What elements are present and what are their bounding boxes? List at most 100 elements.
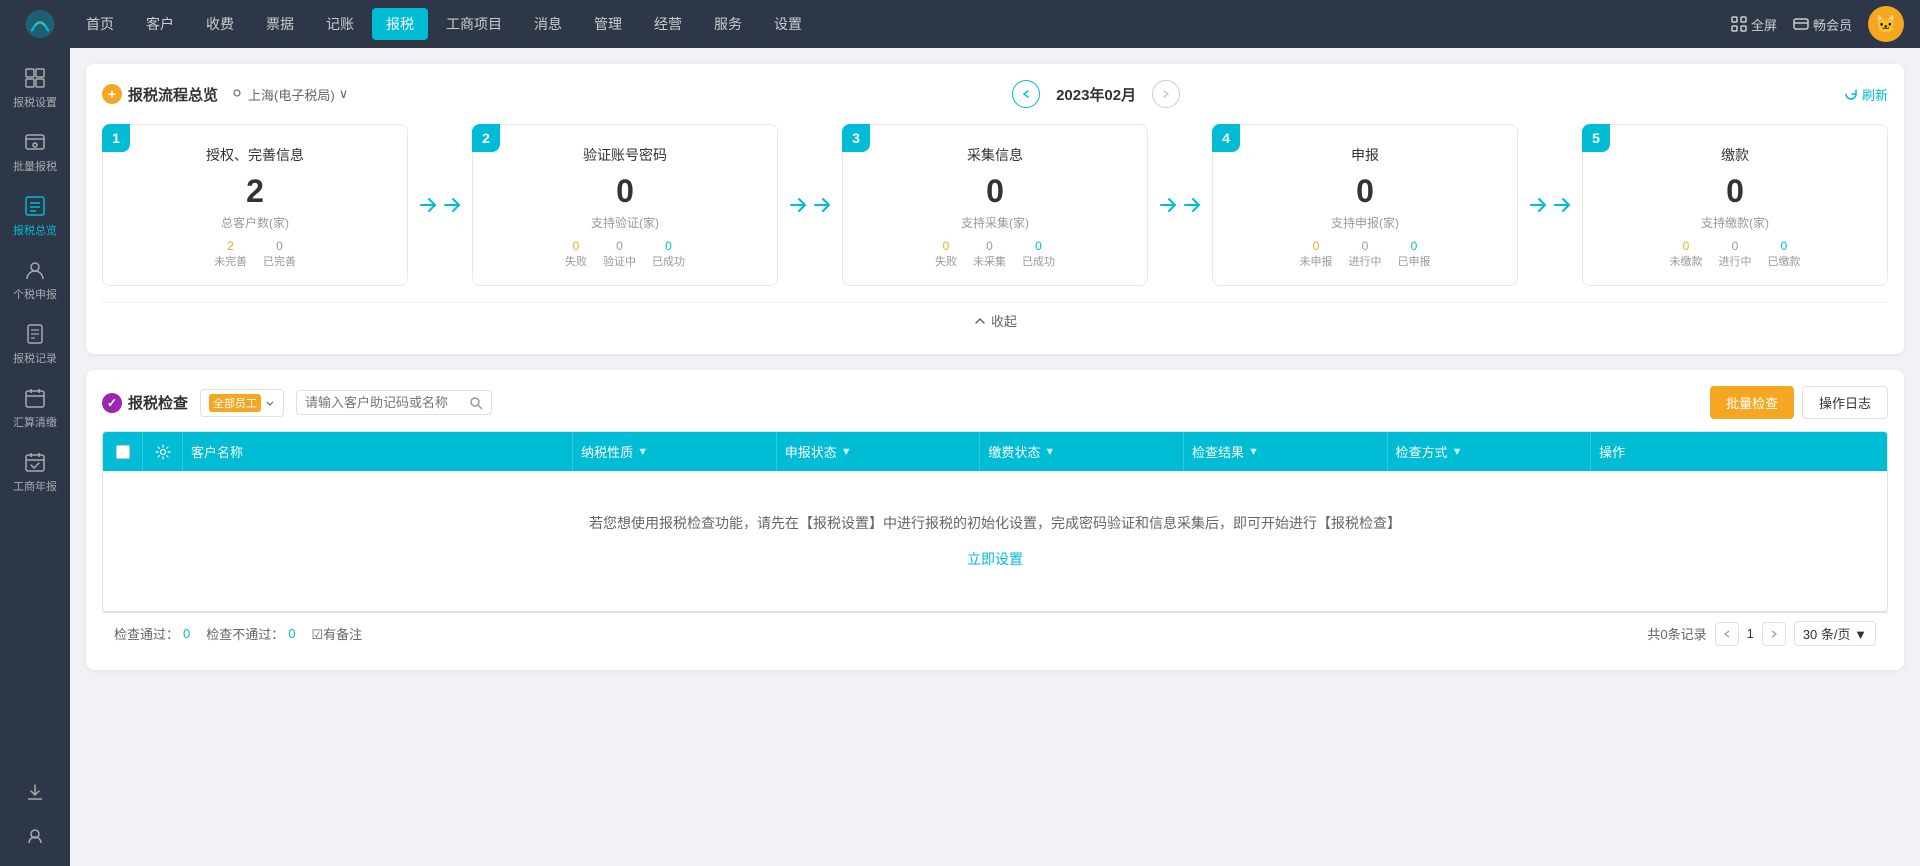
sidebar-item-tax-records[interactable]: 报税记录 [0, 312, 70, 376]
chevron-right-icon [1161, 89, 1171, 99]
next-month-button[interactable] [1152, 80, 1180, 108]
step-5-stat-2-label: 已缴款 [1768, 256, 1801, 268]
step-5-stat-2[interactable]: 0 已缴款 [1768, 239, 1801, 269]
step-2-stat-0-value: 0 [573, 239, 580, 253]
location-arrow-icon: ∨ [339, 86, 349, 102]
note-stat: ☑有备注 [312, 624, 363, 643]
fullscreen-label: 全屏 [1751, 15, 1777, 34]
th-tax-nature-label: 纳税性质 [581, 442, 633, 461]
total-records: 共0条记录 [1647, 624, 1706, 643]
refresh-button[interactable]: 刷新 [1844, 85, 1888, 104]
check-title-icon: ✓ [102, 393, 122, 413]
sidebar-item-tax-settings[interactable]: 报税设置 [0, 56, 70, 120]
step-5-stat-0[interactable]: 0 未缴款 [1670, 239, 1703, 269]
step-3-stat-2[interactable]: 0 已成功 [1022, 239, 1055, 269]
step-3: 3 采集信息 0 支持采集(家) 0 失败 0 未采集 0 已成功 [842, 124, 1148, 286]
step-2-stat-1-value: 0 [616, 239, 623, 253]
fullscreen-button[interactable]: 全屏 [1731, 15, 1777, 34]
arrow-1-2 [408, 124, 472, 286]
fail-count[interactable]: 0 [288, 626, 295, 641]
check-result-filter-icon[interactable]: ▼ [1248, 446, 1259, 458]
member-button[interactable]: 畅会员 [1793, 15, 1852, 34]
nav-clients[interactable]: 客户 [132, 8, 188, 40]
check-method-filter-icon[interactable]: ▼ [1452, 446, 1463, 458]
location-badge[interactable]: 上海(电子税局) ∨ [230, 85, 348, 104]
member-icon [1793, 16, 1809, 32]
th-check-method-label: 检查方式 [1396, 442, 1448, 461]
step-4-stat-0[interactable]: 0 未申报 [1300, 239, 1333, 269]
tax-nature-filter-icon[interactable]: ▼ [637, 446, 648, 458]
per-page-selector[interactable]: 30 条/页 ▼ [1794, 621, 1876, 646]
search-icon[interactable] [469, 396, 483, 410]
step-4: 4 申报 0 支持申报(家) 0 未申报 0 进行中 0 已申报 [1212, 124, 1518, 286]
chevron-up-icon [973, 314, 987, 328]
employee-filter[interactable]: 全部员工 [200, 389, 284, 417]
step-3-subtitle: 支持采集(家) [855, 214, 1135, 231]
nav-home[interactable]: 首页 [72, 8, 128, 40]
sidebar-item-batch-tax[interactable]: 批量报税 [0, 120, 70, 184]
nav-business[interactable]: 工商项目 [432, 8, 516, 40]
search-wrap [296, 390, 492, 415]
op-log-button[interactable]: 操作日志 [1802, 386, 1888, 419]
step-1-stat-1[interactable]: 0 已完善 [263, 239, 296, 269]
refresh-icon [1844, 87, 1858, 101]
nav-fees[interactable]: 收费 [192, 8, 248, 40]
setup-link[interactable]: 立即设置 [589, 545, 1401, 573]
th-operation: 操作 [1591, 432, 1887, 471]
th-checkbox[interactable] [103, 432, 143, 471]
sidebar-download[interactable] [0, 770, 70, 814]
step-1-stat-0-value: 2 [227, 239, 234, 253]
step-2-stat-2[interactable]: 0 已成功 [652, 239, 685, 269]
fail-label: 检查不通过： [206, 624, 284, 643]
collapse-button[interactable]: 收起 [102, 303, 1888, 338]
sidebar-item-settlement[interactable]: 汇算清缴 [0, 376, 70, 440]
nav-operations[interactable]: 经营 [640, 8, 696, 40]
declare-status-filter-icon[interactable]: ▼ [841, 446, 852, 458]
sidebar: 报税设置 批量报税 报税总览 个税 [0, 48, 70, 866]
step-3-count: 0 [855, 173, 1135, 210]
step-3-stat-2-label: 已成功 [1022, 256, 1055, 268]
step-4-stat-1[interactable]: 0 进行中 [1349, 239, 1382, 269]
pass-count[interactable]: 0 [183, 626, 190, 641]
next-page-button[interactable] [1762, 622, 1786, 646]
nav-service[interactable]: 服务 [700, 8, 756, 40]
nav-tax[interactable]: 报税 [372, 8, 428, 40]
sidebar-location[interactable] [0, 814, 70, 858]
sidebar-item-annual-report[interactable]: 工商年报 [0, 440, 70, 504]
overview-title: + 报税流程总览 [102, 84, 218, 105]
step-2-stat-2-label: 已成功 [652, 256, 685, 268]
nav-messages[interactable]: 消息 [520, 8, 576, 40]
empty-message: 若您想使用报税检查功能，请先在【报税设置】中进行报税的初始化设置，完成密码验证和… [589, 509, 1401, 573]
step-3-stat-1[interactable]: 0 未采集 [973, 239, 1006, 269]
nav-management[interactable]: 管理 [580, 8, 636, 40]
search-input[interactable] [305, 395, 465, 410]
step-3-stat-0[interactable]: 0 失败 [935, 239, 957, 269]
batch-check-button[interactable]: 批量检查 [1710, 386, 1794, 419]
avatar[interactable]: 🐱 [1868, 6, 1904, 42]
th-gear[interactable] [143, 432, 183, 471]
sidebar-item-tax-overview[interactable]: 报税总览 [0, 184, 70, 248]
step-2: 2 验证账号密码 0 支持验证(家) 0 失败 0 验证中 0 已成功 [472, 124, 778, 286]
nav-settings[interactable]: 设置 [760, 8, 816, 40]
nav-invoices[interactable]: 票据 [252, 8, 308, 40]
pay-status-filter-icon[interactable]: ▼ [1044, 446, 1055, 458]
app-logo[interactable] [16, 0, 64, 48]
prev-page-button[interactable] [1715, 622, 1739, 646]
header-checkbox[interactable] [116, 445, 130, 459]
prev-month-button[interactable] [1012, 80, 1040, 108]
step-2-stat-1[interactable]: 0 验证中 [603, 239, 636, 269]
sidebar-item-personal-tax[interactable]: 个税申报 [0, 248, 70, 312]
tax-check-section: ✓ 报税检查 全部员工 批量检查 操作日志 [86, 370, 1904, 670]
nav-accounting[interactable]: 记账 [312, 8, 368, 40]
step-2-stat-0[interactable]: 0 失败 [565, 239, 587, 269]
step-5-subtitle: 支持缴款(家) [1595, 214, 1875, 231]
sidebar-label-annual-report: 工商年报 [13, 478, 57, 494]
gear-icon [155, 444, 171, 460]
step-5-stat-0-label: 未缴款 [1670, 256, 1703, 268]
step-2-stats: 0 失败 0 验证中 0 已成功 [485, 239, 765, 269]
overview-title-icon: + [102, 84, 122, 104]
step-5-stat-1[interactable]: 0 进行中 [1719, 239, 1752, 269]
arrow-2-3 [778, 124, 842, 286]
step-1-stat-0[interactable]: 2 未完善 [214, 239, 247, 269]
step-4-stat-2[interactable]: 0 已申报 [1398, 239, 1431, 269]
